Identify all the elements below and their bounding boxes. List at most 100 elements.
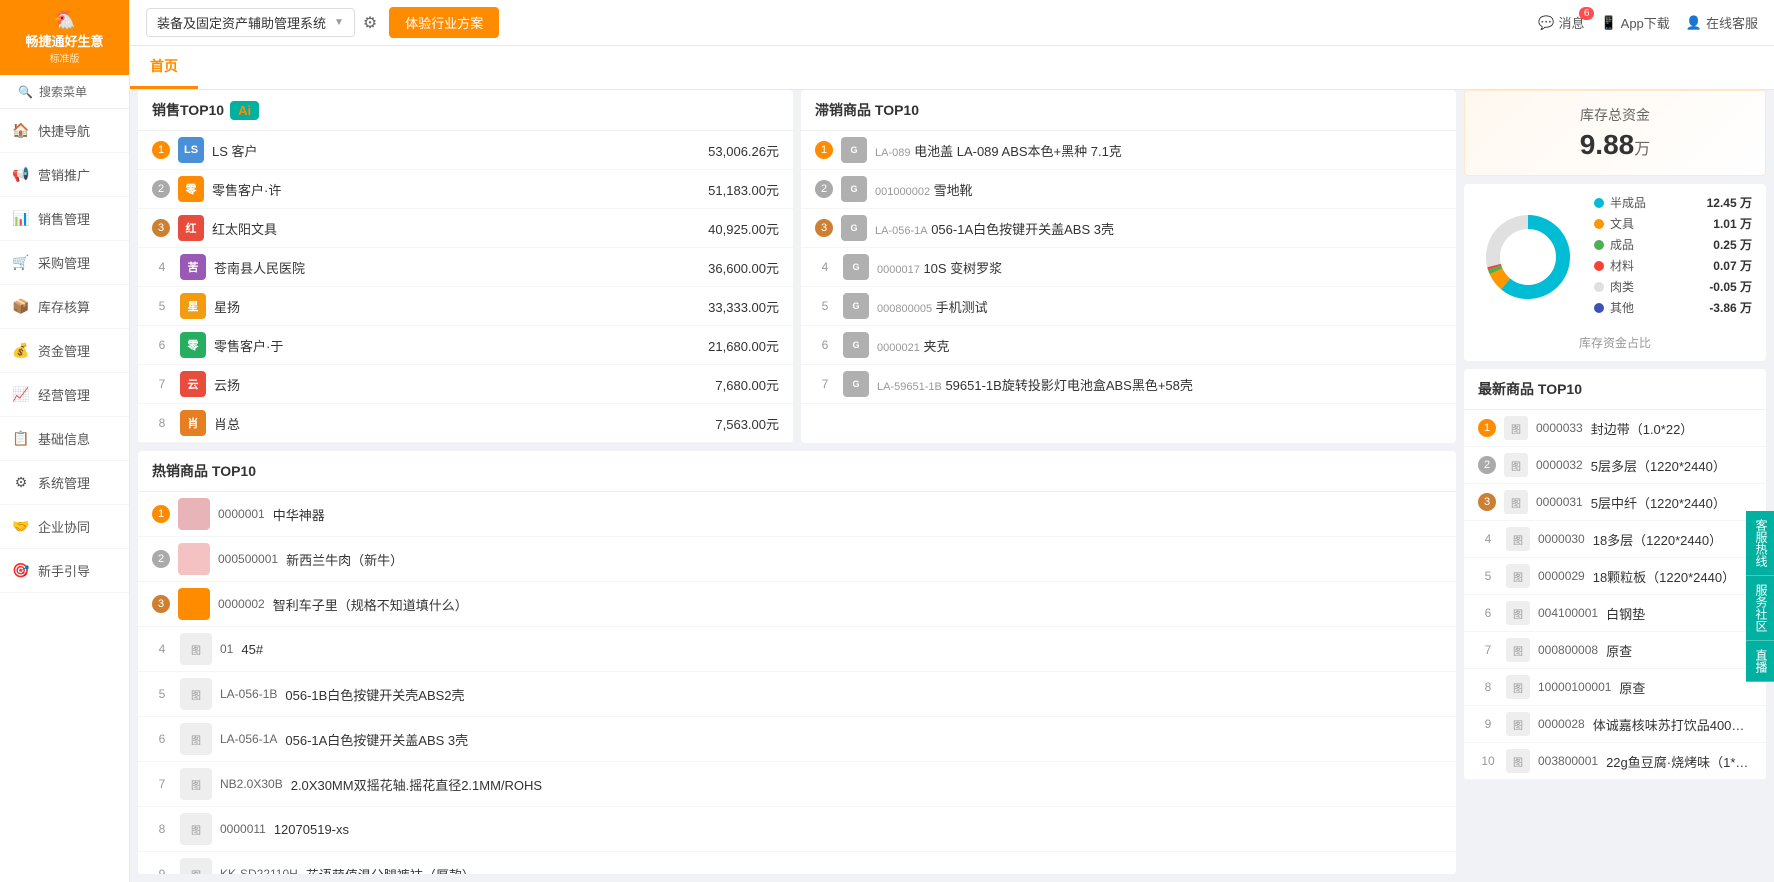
product-code: 000800008 (1538, 643, 1598, 657)
storage-value: 9.88 (1580, 129, 1635, 160)
product-image: 图 (180, 813, 212, 845)
sidebar-item-label: 基础信息 (38, 429, 90, 448)
product-row: 6 图 LA-056-1A 056-1A白色按键开关盖ABS 3壳 (138, 717, 1456, 762)
newest-products-list: 1 图 0000033 封边带（1.0*22） 2 图 0000032 5层多层… (1464, 410, 1766, 780)
app-label: App下载 (1621, 13, 1670, 32)
product-row: 2 000500001 新西兰牛肉（新牛） (138, 537, 1456, 582)
donut-chart (1478, 207, 1578, 307)
rank-number: 1 (152, 141, 170, 159)
product-image (178, 588, 210, 620)
table-row: 4 G 0000017 10S 变树罗浆 (801, 248, 1456, 287)
product-info: 000800005 手机测试 (877, 297, 1442, 316)
rank-number: 2 (815, 180, 833, 198)
sidebar-item-label: 快捷导航 (38, 121, 90, 140)
product-info: LA-056-1A 056-1A白色按键开关盖ABS 3壳 (875, 219, 1442, 238)
rank-number: 8 (1478, 680, 1498, 694)
product-code: 003800001 (1538, 754, 1598, 768)
sale-value: 36,600.00元 (708, 258, 779, 277)
donut-footer: 库存资金占比 (1464, 330, 1766, 361)
sidebar-item-caigou[interactable]: 🛒 采购管理 (0, 241, 129, 285)
customer-name: 星扬 (214, 297, 708, 316)
product-img-placeholder: G (841, 137, 867, 163)
float-btn-live[interactable]: 直播 (1746, 641, 1774, 682)
search-label: 搜索菜单 (39, 83, 87, 100)
rank-number: 8 (152, 822, 172, 836)
app-download[interactable]: 📱 App下载 (1600, 13, 1669, 32)
product-name: 22g鱼豆腐·烧烤味（1*12*20） (1606, 752, 1752, 771)
sidebar-item-label: 企业协同 (38, 517, 90, 536)
sidebar-item-label: 采购管理 (38, 253, 90, 272)
float-btn-community[interactable]: 服务社区 (1746, 576, 1774, 641)
product-image: 图 (180, 768, 212, 800)
table-row: 7 云 云扬 7,680.00元 (138, 365, 793, 404)
sidebar-item-jingying[interactable]: 📈 经营管理 (0, 373, 129, 417)
table-row: 5 星 星扬 33,333.00元 (138, 287, 793, 326)
gear-icon[interactable]: ⚙ (363, 13, 377, 33)
system-select[interactable]: 装备及固定资产辅助管理系统 ▼ (146, 8, 355, 37)
legend-label-text: 材料 (1610, 257, 1634, 274)
message-badge[interactable]: 💬 消息 6 (1538, 13, 1584, 32)
product-img: 图 (1506, 712, 1530, 736)
product-row: 8 图 0000011 12070519-xs (138, 807, 1456, 852)
product-img: 图 (1506, 564, 1530, 588)
service-icon: 👤 (1686, 15, 1702, 31)
purchase-icon: 🛒 (12, 254, 30, 271)
sidebar-item-label: 营销推广 (38, 165, 90, 184)
sale-value: 7,563.00元 (715, 414, 779, 433)
rank-number: 6 (152, 338, 172, 352)
rank-number: 7 (152, 777, 172, 791)
hot-products-title: 热销商品 TOP10 (152, 461, 256, 481)
product-code: 0000032 (1536, 458, 1583, 472)
rank-number: 6 (1478, 606, 1498, 620)
table-row: 4 苦 苍南县人民医院 36,600.00元 (138, 248, 793, 287)
page-content: 销售TOP10 Ai 1 LS LS 客户 53,006.26元 2 (130, 90, 1774, 882)
table-row: 2 G 001000002 雪地靴 (801, 170, 1456, 209)
rank-number: 8 (152, 416, 172, 430)
rank-number: 5 (1478, 569, 1498, 583)
product-image: 图 (180, 678, 212, 710)
table-row: 3 G LA-056-1A 056-1A白色按键开关盖ABS 3壳 (801, 209, 1456, 248)
sidebar-item-kuaijie[interactable]: 🏠 快捷导航 (0, 109, 129, 153)
sidebar-item-zijin[interactable]: 💰 资金管理 (0, 329, 129, 373)
product-img: 图 (1506, 601, 1530, 625)
product-row: 9 图 KK-SD22110H 花语萌值温分腿裤袜（厚款） (138, 852, 1456, 874)
sidebar-item-jichu[interactable]: 📋 基础信息 (0, 417, 129, 461)
avatar: 零 (178, 176, 204, 202)
list-item: 9 图 0000028 体诚嘉核味苏打饮品400毫升（1*15） (1464, 706, 1766, 743)
product-code: 0000029 (1538, 569, 1585, 583)
list-item: 7 图 000800008 原查 (1464, 632, 1766, 669)
sidebar-item-yingxiao[interactable]: 📢 营销推广 (0, 153, 129, 197)
sidebar-item-qiye[interactable]: 🤝 企业协同 (0, 505, 129, 549)
rank-number: 4 (152, 260, 172, 274)
rank-number: 9 (1478, 717, 1498, 731)
rank-number: 3 (152, 595, 170, 613)
sidebar-item-xinshou[interactable]: 🎯 新手引导 (0, 549, 129, 593)
sidebar-item-kucun[interactable]: 📦 库存核算 (0, 285, 129, 329)
tab-home[interactable]: 首页 (130, 46, 198, 89)
legend-value: 0.07 万 (1713, 257, 1752, 274)
legend-label-text: 半成品 (1610, 194, 1646, 211)
rank-number: 2 (152, 180, 170, 198)
storage-amount: 9.88万 (1479, 129, 1751, 161)
float-btn-service[interactable]: 客服热线 (1746, 511, 1774, 576)
main-area: 装备及固定资产辅助管理系统 ▼ ⚙ 体验行业方案 💬 消息 6 📱 App下载 … (130, 0, 1774, 882)
product-name: 新西兰牛肉（新牛） (286, 550, 403, 569)
customer-name: 肖总 (214, 414, 715, 433)
sidebar-search[interactable]: 🔍 搜索菜单 (0, 75, 129, 109)
sale-value: 51,183.00元 (708, 180, 779, 199)
product-image (178, 498, 210, 530)
product-name: 18颗粒板（1220*2440） (1593, 567, 1752, 586)
sales-top10-header: 销售TOP10 Ai (138, 90, 793, 131)
rank-number: 2 (1478, 456, 1496, 474)
trial-button[interactable]: 体验行业方案 (389, 7, 499, 38)
legend-item: 材料 0.07 万 (1594, 257, 1752, 274)
product-name: 2.0X30MM双摇花轴.摇花直径2.1MM/ROHS (291, 775, 542, 794)
rank-number: 1 (152, 505, 170, 523)
online-service[interactable]: 👤 在线客服 (1686, 13, 1758, 32)
logo-title: 畅捷通好生意 (25, 31, 103, 50)
sidebar-item-xitong[interactable]: ⚙ 系统管理 (0, 461, 129, 505)
product-row: 4 图 01 45# (138, 627, 1456, 672)
sidebar-item-xiaoshou[interactable]: 📊 销售管理 (0, 197, 129, 241)
product-image: 图 (180, 858, 212, 874)
legend-item: 成品 0.25 万 (1594, 236, 1752, 253)
